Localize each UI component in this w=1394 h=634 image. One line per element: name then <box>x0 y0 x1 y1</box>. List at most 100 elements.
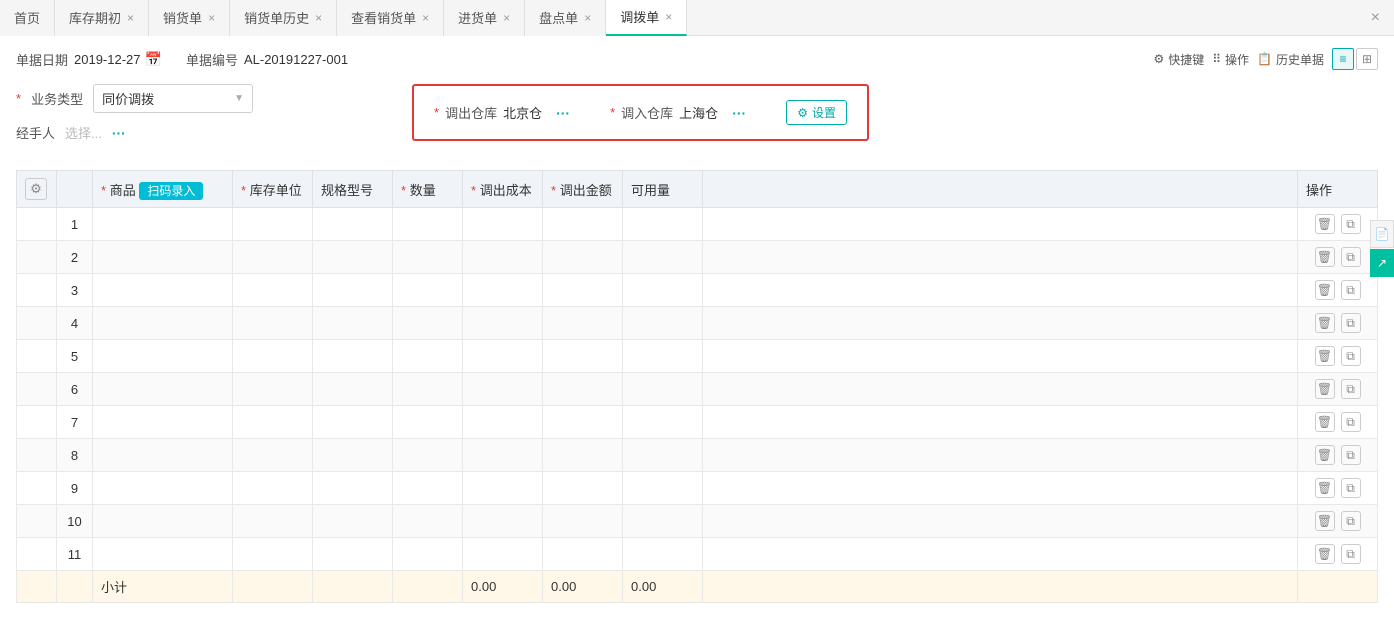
settings-label: 设置 <box>812 104 836 121</box>
table-wrapper: ⚙ * 商品 扫码录入 * 库存单位 规格型号 * 数量 <box>16 170 1378 603</box>
row-qty-1[interactable] <box>393 208 463 241</box>
delete-icon-4[interactable]: 🗑 <box>1315 313 1335 333</box>
out-warehouse-label: 调出仓库 <box>445 103 497 122</box>
shortcut-btn[interactable]: ⚙ 快捷键 <box>1153 51 1204 68</box>
main-content: 单据日期 2019-12-27 📅 单据编号 AL-20191227-001 ⚙… <box>0 36 1394 615</box>
tab-bar-close-btn[interactable]: × <box>1357 9 1394 27</box>
copy-icon-2[interactable]: ⧉ <box>1341 247 1361 267</box>
biz-type-select[interactable]: 同价调拨 ▼ <box>93 84 253 113</box>
table-row: 1 🗑 ⧉ <box>17 208 1378 241</box>
copy-icon-11[interactable]: ⧉ <box>1341 544 1361 564</box>
delete-icon-9[interactable]: 🗑 <box>1315 478 1335 498</box>
doc-num-value: AL-20191227-001 <box>244 52 348 67</box>
copy-icon-6[interactable]: ⧉ <box>1341 379 1361 399</box>
history-label: 历史单据 <box>1276 51 1324 68</box>
scan-btn[interactable]: 扫码录入 <box>139 182 203 200</box>
operation-icon: ⠿ <box>1212 52 1221 66</box>
col-header-cost: * 调出成本 <box>463 171 543 208</box>
row-qty-2[interactable] <box>393 241 463 274</box>
in-warehouse-label: 调入仓库 <box>621 103 673 122</box>
delete-icon-2[interactable]: 🗑 <box>1315 247 1335 267</box>
side-export-icon[interactable]: ↗ <box>1370 249 1394 277</box>
side-doc-icon[interactable]: 📄 <box>1370 220 1394 248</box>
table-row: 2 🗑 ⧉ <box>17 241 1378 274</box>
row-spec-2[interactable] <box>313 241 393 274</box>
tab-home-label: 首页 <box>14 8 40 27</box>
subtotal-label: 小计 <box>101 580 127 595</box>
tab-purchase[interactable]: 进货单 × <box>444 0 525 36</box>
copy-icon-1[interactable]: ⧉ <box>1341 214 1361 234</box>
tab-bar: 首页 库存期初 × 销货单 × 销货单历史 × 查看销货单 × 进货单 × 盘点… <box>0 0 1394 36</box>
doc-date-label: 单据日期 <box>16 50 68 69</box>
col-header-num <box>57 171 93 208</box>
row-goods-2[interactable] <box>93 241 233 274</box>
copy-icon-7[interactable]: ⧉ <box>1341 412 1361 432</box>
row-cost-2[interactable] <box>463 241 543 274</box>
tab-inventory-init-close[interactable]: × <box>127 11 134 25</box>
copy-icon-3[interactable]: ⧉ <box>1341 280 1361 300</box>
table-row: 11 🗑 ⧉ <box>17 538 1378 571</box>
operation-label: 操作 <box>1225 51 1249 68</box>
history-btn[interactable]: 📋 历史单据 <box>1257 51 1324 68</box>
row-amount-1[interactable] <box>543 208 623 241</box>
tab-sales-history-close[interactable]: × <box>315 11 322 25</box>
subtotal-cost: 0.00 <box>471 579 496 594</box>
operation-btn[interactable]: ⠿ 操作 <box>1212 51 1249 68</box>
list-view-icon[interactable]: ≡ <box>1332 48 1354 70</box>
settings-button[interactable]: ⚙ 设置 <box>786 100 847 125</box>
delete-icon-6[interactable]: 🗑 <box>1315 379 1335 399</box>
delete-icon-11[interactable]: 🗑 <box>1315 544 1335 564</box>
tab-view-sales[interactable]: 查看销货单 × <box>337 0 444 36</box>
tab-home[interactable]: 首页 <box>0 0 55 36</box>
grid-view-icon[interactable]: ⊞ <box>1356 48 1378 70</box>
out-warehouse-more-btn[interactable]: ··· <box>556 105 570 121</box>
manager-label: 经手人 <box>16 123 55 142</box>
copy-icon-5[interactable]: ⧉ <box>1341 346 1361 366</box>
row-amount-2[interactable] <box>543 241 623 274</box>
out-warehouse-value[interactable]: 北京仓 <box>503 103 542 122</box>
tab-sales-history-label: 销货单历史 <box>244 8 309 27</box>
tab-sales-history[interactable]: 销货单历史 × <box>230 0 337 36</box>
tab-purchase-close[interactable]: × <box>503 11 510 25</box>
calendar-icon[interactable]: 📅 <box>145 51 162 68</box>
manager-input[interactable]: 选择... <box>65 123 102 142</box>
in-warehouse-more-btn[interactable]: ··· <box>732 105 746 121</box>
row-unit-1[interactable] <box>233 208 313 241</box>
row-goods-1[interactable] <box>93 208 233 241</box>
view-toggle[interactable]: ≡ ⊞ <box>1332 48 1378 70</box>
row-num-2: 2 <box>57 241 93 274</box>
tab-transfer-close[interactable]: × <box>665 10 672 24</box>
tab-sales[interactable]: 销货单 × <box>149 0 230 36</box>
delete-icon-1[interactable]: 🗑 <box>1315 214 1335 234</box>
col-header-spacer <box>703 171 1298 208</box>
copy-icon-9[interactable]: ⧉ <box>1341 478 1361 498</box>
table-row: 7 🗑 ⧉ <box>17 406 1378 439</box>
tab-inventory-init[interactable]: 库存期初 × <box>55 0 149 36</box>
copy-icon-8[interactable]: ⧉ <box>1341 445 1361 465</box>
table-gear-icon[interactable]: ⚙ <box>25 178 47 200</box>
row-spec-1[interactable] <box>313 208 393 241</box>
tab-inventory-check[interactable]: 盘点单 × <box>525 0 606 36</box>
delete-icon-5[interactable]: 🗑 <box>1315 346 1335 366</box>
tab-inventory-check-close[interactable]: × <box>584 11 591 25</box>
row-cost-1[interactable] <box>463 208 543 241</box>
delete-icon-10[interactable]: 🗑 <box>1315 511 1335 531</box>
col-header-goods: * 商品 扫码录入 <box>93 171 233 208</box>
subtotal-amount: 0.00 <box>551 579 576 594</box>
in-warehouse-value[interactable]: 上海仓 <box>679 103 718 122</box>
delete-icon-3[interactable]: 🗑 <box>1315 280 1335 300</box>
delete-icon-7[interactable]: 🗑 <box>1315 412 1335 432</box>
tab-sales-close[interactable]: × <box>208 11 215 25</box>
doc-date-value: 2019-12-27 📅 <box>74 51 162 68</box>
row-unit-2[interactable] <box>233 241 313 274</box>
in-warehouse-group: * 调入仓库 上海仓 ··· <box>610 103 746 122</box>
col-header-avail: 可用量 <box>623 171 703 208</box>
manager-more-btn[interactable]: ··· <box>112 125 126 141</box>
col-header-gear: ⚙ <box>17 171 57 208</box>
tab-transfer[interactable]: 调拨单 × <box>606 0 687 36</box>
delete-icon-8[interactable]: 🗑 <box>1315 445 1335 465</box>
row-op-2: 🗑 ⧉ <box>1298 241 1378 274</box>
copy-icon-10[interactable]: ⧉ <box>1341 511 1361 531</box>
tab-view-sales-close[interactable]: × <box>422 11 429 25</box>
copy-icon-4[interactable]: ⧉ <box>1341 313 1361 333</box>
